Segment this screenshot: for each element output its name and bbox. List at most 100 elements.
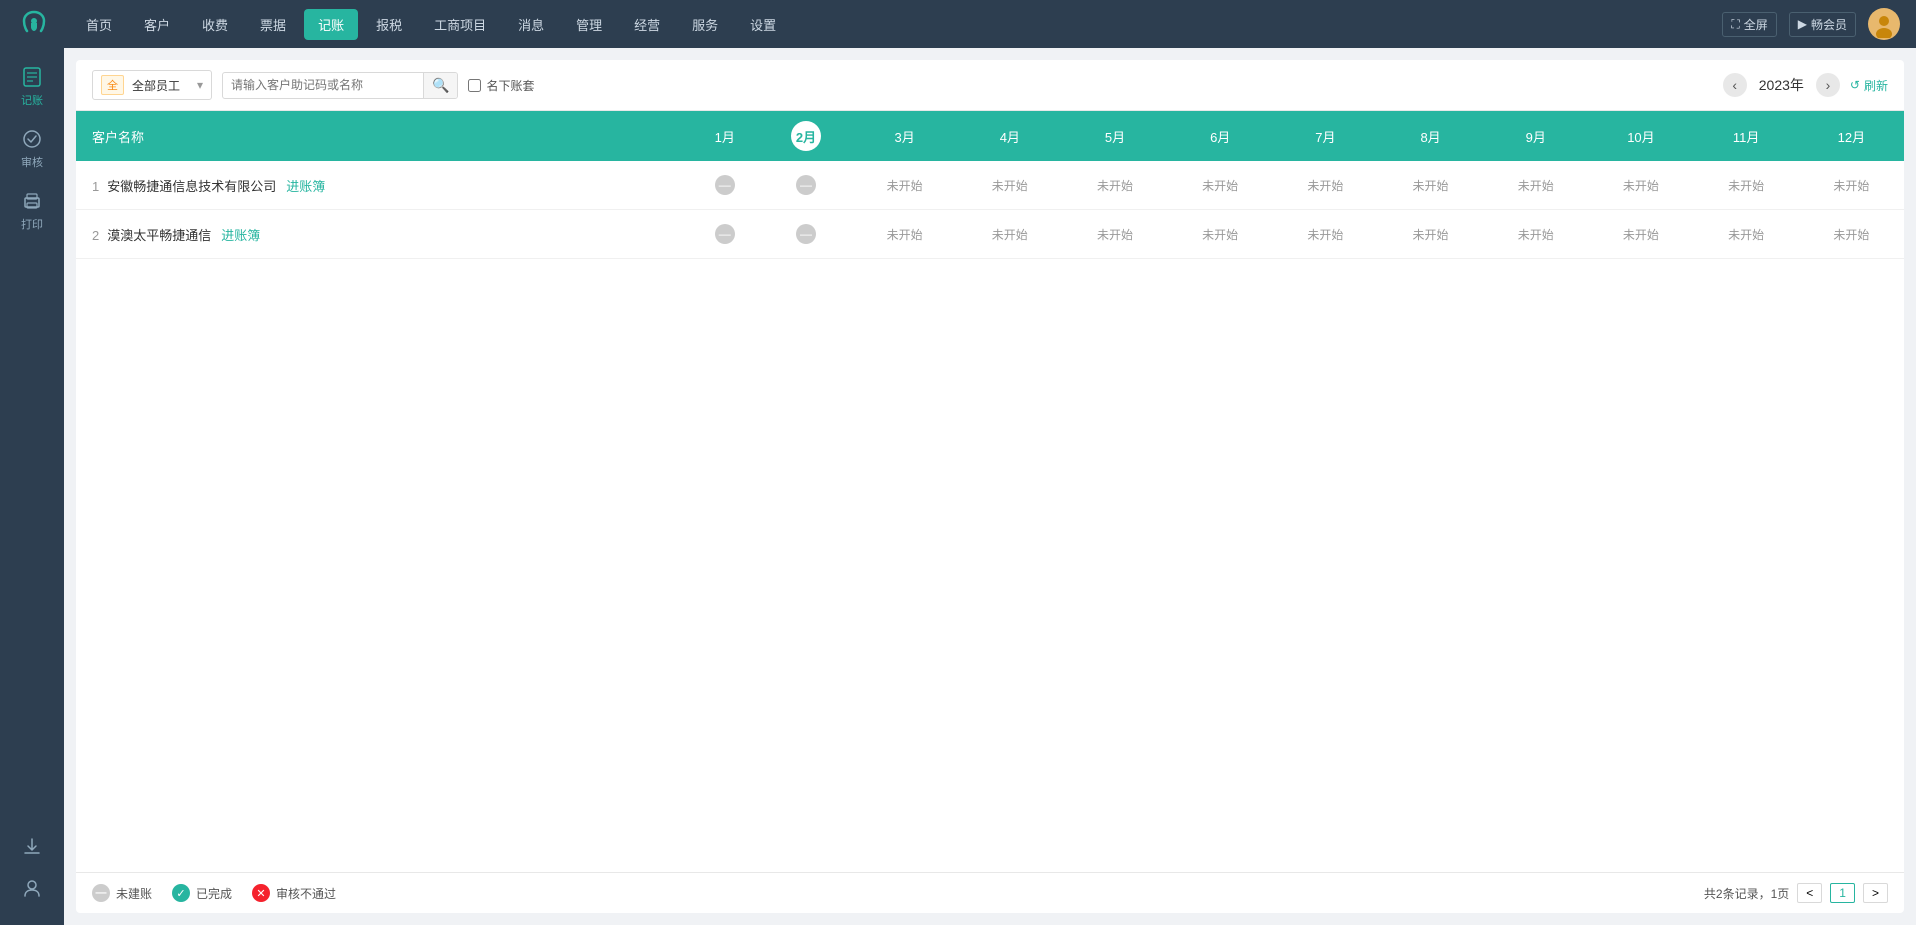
table-cell-month-8: 未开始 [1378,210,1483,259]
search-wrap: 🔍 [222,72,458,99]
table-cell-name: 2漠澳太平畅捷通信进账簿 [76,210,689,259]
nav-operation[interactable]: 经营 [620,9,674,40]
download-icon [21,835,43,857]
print-icon [21,190,43,212]
pagination-total: 共2条记录，1页 [1704,885,1789,902]
status-not-started: 未开始 [1202,179,1238,193]
sidebar-item-audit[interactable]: 审核 [0,118,64,180]
col-header-jan: 1月 [689,111,760,161]
legend-rejected: ✕ 审核不通过 [252,884,336,902]
nav-settings[interactable]: 设置 [736,9,790,40]
table-cell-name: 1安徽畅捷通信息技术有限公司进账簿 [76,161,689,210]
prev-page-button[interactable]: < [1797,883,1822,903]
col-header-name: 客户名称 [76,111,689,161]
nav-biz[interactable]: 工商项目 [420,9,500,40]
status-not-started: 未开始 [1307,179,1343,193]
nav-menu: 首页 客户 收费 票据 记账 报税 工商项目 消息 管理 经营 服务 设置 [72,9,1722,40]
nav-service[interactable]: 服务 [678,9,732,40]
sidebar-ledger-label: 记账 [21,92,43,108]
nav-customer[interactable]: 客户 [130,9,184,40]
status-not-started: 未开始 [1833,228,1869,242]
legend-not-built: — 未建账 [92,884,152,902]
status-not-started: 未开始 [1518,179,1554,193]
col-header-nov: 11月 [1694,111,1799,161]
table-cell-month-7: 未开始 [1273,210,1378,259]
legend-dot-teal: ✓ [172,884,190,902]
table-cell-month-10: 未开始 [1588,161,1693,210]
content-area: 全 全部员工 ▾ 🔍 名下账套 ‹ 2023年 › ↺ 刷新 [64,48,1916,925]
table-cell-month-5: 未开始 [1062,161,1167,210]
status-not-started: 未开始 [1728,228,1764,242]
col-header-aug: 8月 [1378,111,1483,161]
user-avatar[interactable] [1868,8,1900,40]
legend-completed-label: 已完成 [196,885,232,902]
member-button[interactable]: ▶ 畅会员 [1789,12,1856,37]
table-cell-month-6: 未开始 [1168,210,1273,259]
account-checkbox[interactable] [468,79,481,92]
main-layout: 记账 审核 打印 [0,48,1916,925]
status-not-started: 未开始 [1728,179,1764,193]
col-header-apr: 4月 [957,111,1062,161]
search-input[interactable] [223,74,423,96]
play-icon: ▶ [1798,17,1807,31]
sidebar-item-download[interactable] [21,825,43,867]
status-not-started: 未开始 [1097,228,1133,242]
status-not-started: 未开始 [992,228,1028,242]
col-header-jul: 7月 [1273,111,1378,161]
enter-ledger-link[interactable]: 进账簿 [286,179,325,194]
col-header-dec: 12月 [1799,111,1904,161]
search-button[interactable]: 🔍 [423,73,457,98]
employee-select[interactable]: 全 全部员工 ▾ [92,70,212,100]
nav-tax[interactable]: 报税 [362,9,416,40]
status-not-started: 未开始 [1623,179,1659,193]
current-page[interactable]: 1 [1830,883,1855,903]
sidebar-item-print[interactable]: 打印 [0,180,64,242]
next-page-button[interactable]: > [1863,883,1888,903]
active-month-indicator: 2月 [791,121,821,151]
table-cell-month-4: 未开始 [957,161,1062,210]
refresh-label: 刷新 [1864,77,1888,94]
nav-home[interactable]: 首页 [72,9,126,40]
table-cell-month-12: 未开始 [1799,210,1904,259]
sidebar-print-label: 打印 [21,216,43,232]
table-cell-month-2 [760,210,852,259]
account-checkbox-wrap[interactable]: 名下账套 [468,77,534,94]
fullscreen-button[interactable]: ⛶ 全屏 [1722,12,1776,37]
nav-manage[interactable]: 管理 [562,9,616,40]
nav-message[interactable]: 消息 [504,9,558,40]
company-name: 安徽畅捷通信息技术有限公司 [107,179,276,194]
nav-invoice[interactable]: 票据 [246,9,300,40]
legend-dot-red: ✕ [252,884,270,902]
status-dash-icon [715,224,735,244]
col-header-mar: 3月 [852,111,957,161]
fullscreen-label: 全屏 [1744,16,1768,33]
sidebar-item-ledger[interactable]: 记账 [0,56,64,118]
col-header-jun: 6月 [1168,111,1273,161]
nav-ledger[interactable]: 记账 [304,9,358,40]
data-table: 客户名称 1月 2月 3月 4月 5月 6月 7月 8月 9月 10月 11月 [76,111,1904,259]
table-cell-month-6: 未开始 [1168,161,1273,210]
nav-charge[interactable]: 收费 [188,9,242,40]
legend-rejected-label: 审核不通过 [276,885,336,902]
table-cell-month-11: 未开始 [1694,161,1799,210]
next-year-button[interactable]: › [1816,73,1840,97]
fullscreen-icon: ⛶ [1731,17,1739,32]
data-table-wrap[interactable]: 客户名称 1月 2月 3月 4月 5月 6月 7月 8月 9月 10月 11月 [76,111,1904,872]
sidebar: 记账 审核 打印 [0,48,64,925]
legend-dot-gray: — [92,884,110,902]
table-cell-month-3: 未开始 [852,161,957,210]
refresh-icon: ↺ [1850,78,1860,92]
sidebar-audit-label: 审核 [21,154,43,170]
checkbox-label: 名下账套 [486,77,534,94]
chevron-down-icon: ▾ [197,78,203,92]
status-not-started: 未开始 [887,228,923,242]
sidebar-item-user[interactable] [21,867,43,909]
legend-not-built-label: 未建账 [116,885,152,902]
year-display: 2023年 [1759,75,1804,95]
enter-ledger-link[interactable]: 进账簿 [221,228,260,243]
table-cell-month-5: 未开始 [1062,210,1167,259]
prev-year-button[interactable]: ‹ [1723,73,1747,97]
status-not-started: 未开始 [1413,228,1449,242]
refresh-button[interactable]: ↺ 刷新 [1850,77,1888,94]
table-row: 2漠澳太平畅捷通信进账簿未开始未开始未开始未开始未开始未开始未开始未开始未开始未… [76,210,1904,259]
